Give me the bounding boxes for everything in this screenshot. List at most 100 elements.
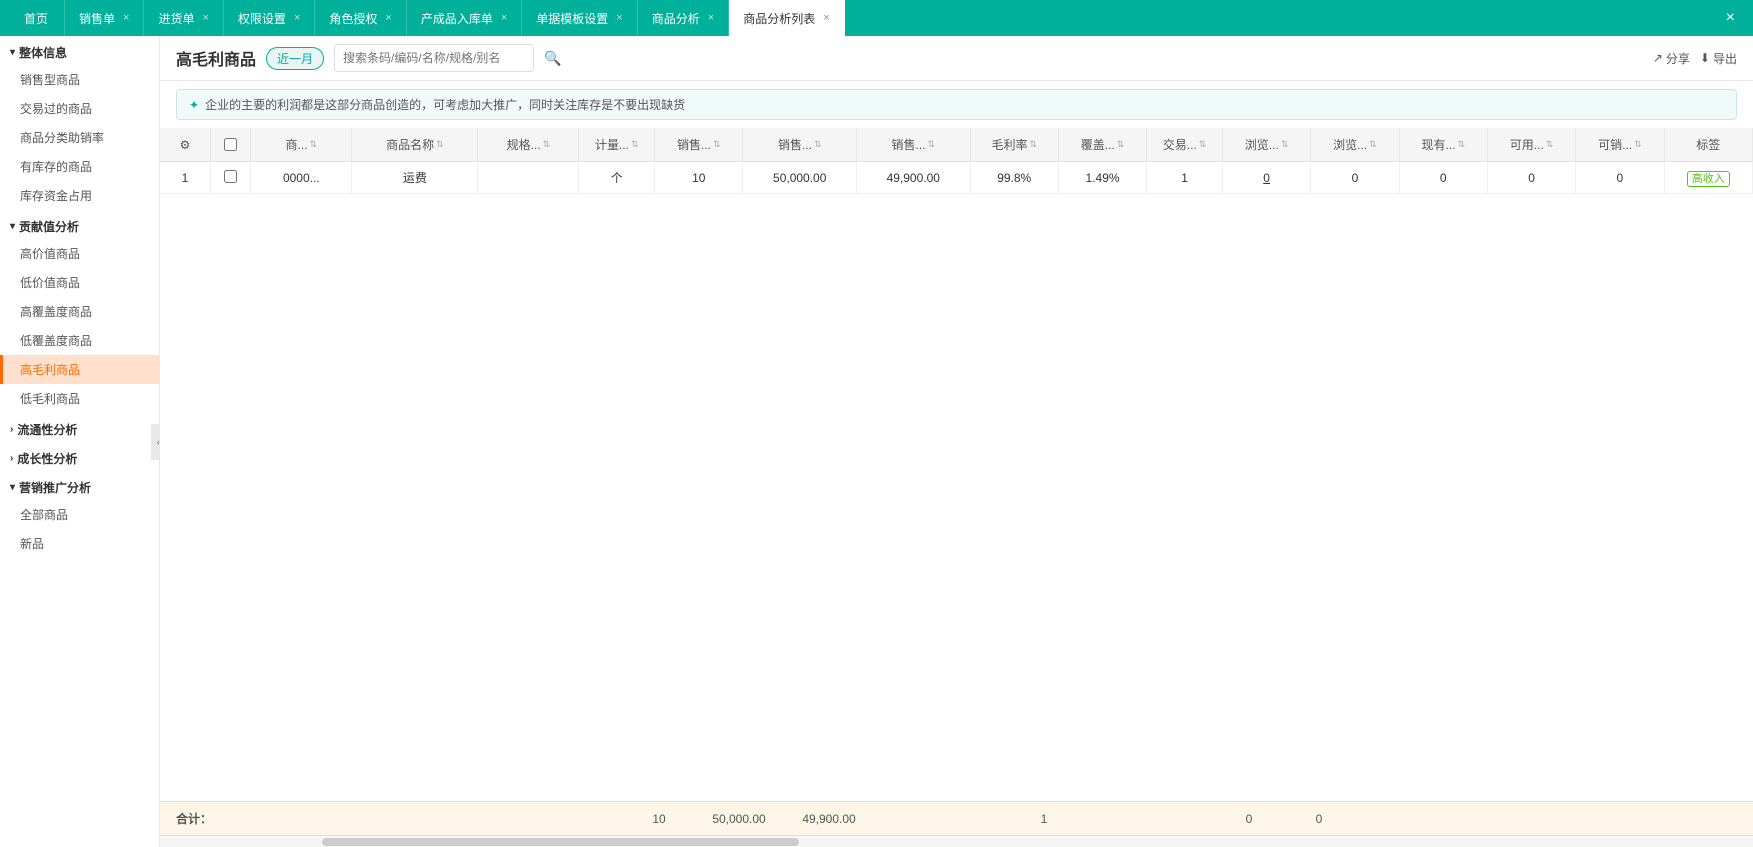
sort-code-icon[interactable]: ⇅ bbox=[310, 139, 318, 150]
sidebar-item-sales-goods[interactable]: 销售型商品 bbox=[0, 65, 159, 94]
nav-tab-permission[interactable]: 权限设置 × bbox=[224, 0, 315, 36]
sidebar-group-overall[interactable]: ▾ 整体信息 bbox=[0, 36, 159, 65]
sidebar-item-low-coverage[interactable]: 低覆盖度商品 bbox=[0, 326, 159, 355]
sort-gross-rate-icon[interactable]: ⇅ bbox=[1029, 139, 1037, 150]
sidebar-group-marketing[interactable]: ▾ 营销推广分析 bbox=[0, 471, 159, 500]
th-current-stock: 现有... ⇅ bbox=[1399, 128, 1487, 162]
sort-stock-icon[interactable]: ⇅ bbox=[1457, 139, 1465, 150]
cell-sales-profit: 49,900.00 bbox=[857, 162, 971, 194]
sidebar-item-category-assist[interactable]: 商品分类助销率 bbox=[0, 123, 159, 152]
th-available: 可用... ⇅ bbox=[1487, 128, 1575, 162]
close-analysis-list-tab[interactable]: × bbox=[823, 12, 829, 24]
sort-sales-profit-icon[interactable]: ⇅ bbox=[928, 139, 936, 150]
cell-tag: 高收入 bbox=[1664, 162, 1752, 194]
cell-unit: 个 bbox=[579, 162, 655, 194]
cell-current-stock: 0 bbox=[1399, 162, 1487, 194]
cell-saleable: 0 bbox=[1576, 162, 1664, 194]
cell-sales-qty: 10 bbox=[655, 162, 743, 194]
close-template-tab[interactable]: × bbox=[616, 12, 622, 24]
close-permission-tab[interactable]: × bbox=[294, 12, 300, 24]
th-spec: 规格... ⇅ bbox=[478, 128, 579, 162]
sidebar-item-all-goods[interactable]: 全部商品 bbox=[0, 500, 159, 529]
sidebar-collapse-toggle[interactable]: « bbox=[151, 424, 160, 460]
close-sales-tab[interactable]: × bbox=[123, 12, 129, 24]
sort-trade-icon[interactable]: ⇅ bbox=[1199, 139, 1207, 150]
select-all-checkbox[interactable] bbox=[224, 138, 237, 151]
scrollbar-thumb[interactable] bbox=[322, 838, 799, 846]
header-actions: ↗ 分享 ⬇ 导出 bbox=[1653, 50, 1737, 67]
sidebar-item-high-margin[interactable]: 高毛利商品 bbox=[0, 355, 159, 384]
table-container[interactable]: ⚙ 商... ⇅ 商品名称 bbox=[160, 128, 1753, 801]
arrow-overall-icon: ▾ bbox=[10, 47, 15, 58]
cell-name[interactable]: 运费 bbox=[352, 162, 478, 194]
sidebar-item-low-value[interactable]: 低价值商品 bbox=[0, 268, 159, 297]
sort-browse1-icon[interactable]: ⇅ bbox=[1281, 139, 1289, 150]
close-analysis-tab[interactable]: × bbox=[708, 12, 714, 24]
nav-tab-inbound[interactable]: 产成品入库单 × bbox=[407, 0, 522, 36]
search-button[interactable]: 🔍 bbox=[544, 50, 561, 67]
sort-name-icon[interactable]: ⇅ bbox=[436, 139, 444, 150]
cell-spec bbox=[478, 162, 579, 194]
table-row: 1 0000... 运费 个 10 50,000.00 49,900.00 99… bbox=[160, 162, 1753, 194]
top-nav: 首页 销售单 × 进货单 × 权限设置 × 角色授权 × 产成品入库单 × 单据… bbox=[0, 0, 1753, 36]
table-header-row: ⚙ 商... ⇅ 商品名称 bbox=[160, 128, 1753, 162]
cell-index: 1 bbox=[160, 162, 210, 194]
cell-browse1[interactable]: 0 bbox=[1222, 162, 1310, 194]
nav-tab-sales[interactable]: 销售单 × bbox=[65, 0, 144, 36]
sort-saleable-icon[interactable]: ⇅ bbox=[1634, 139, 1642, 150]
close-purchase-tab[interactable]: × bbox=[202, 12, 208, 24]
close-role-tab[interactable]: × bbox=[385, 12, 391, 24]
sidebar-group-growth[interactable]: › 成长性分析 bbox=[0, 442, 159, 471]
share-button[interactable]: ↗ 分享 bbox=[1653, 50, 1690, 67]
filter-period-button[interactable]: 近一月 bbox=[266, 47, 324, 70]
arrow-growth-icon: › bbox=[10, 453, 13, 464]
cell-coverage: 1.49% bbox=[1058, 162, 1146, 194]
th-code: 商... ⇅ bbox=[251, 128, 352, 162]
bottom-scrollbar[interactable] bbox=[160, 835, 1753, 847]
footer-sales-profit: 49,900.00 bbox=[784, 812, 874, 826]
row-checkbox[interactable] bbox=[224, 170, 237, 183]
sort-sales-amount-icon[interactable]: ⇅ bbox=[814, 139, 822, 150]
sort-coverage-icon[interactable]: ⇅ bbox=[1117, 139, 1125, 150]
sidebar-item-inventory-capital[interactable]: 库存资金占用 bbox=[0, 181, 159, 210]
sidebar-item-high-coverage[interactable]: 高覆盖度商品 bbox=[0, 297, 159, 326]
nav-tab-template[interactable]: 单据模板设置 × bbox=[522, 0, 637, 36]
nav-tab-analysis[interactable]: 商品分析 × bbox=[638, 0, 729, 36]
close-inbound-tab[interactable]: × bbox=[501, 12, 507, 24]
nav-tab-role[interactable]: 角色授权 × bbox=[315, 0, 406, 36]
footer-sales-amount: 50,000.00 bbox=[694, 812, 784, 826]
sidebar-item-stocked-goods[interactable]: 有库存的商品 bbox=[0, 152, 159, 181]
sort-sales-qty-icon[interactable]: ⇅ bbox=[713, 139, 721, 150]
sidebar-item-traded-goods[interactable]: 交易过的商品 bbox=[0, 94, 159, 123]
cell-check[interactable] bbox=[210, 162, 250, 194]
close-all-tabs[interactable]: × bbox=[1716, 9, 1745, 27]
cell-browse2: 0 bbox=[1311, 162, 1399, 194]
nav-tab-purchase[interactable]: 进货单 × bbox=[144, 0, 223, 36]
sort-unit-icon[interactable]: ⇅ bbox=[631, 139, 639, 150]
sort-available-icon[interactable]: ⇅ bbox=[1546, 139, 1554, 150]
footer-total: 合计： 10 50,000.00 49,900.00 1 0 0 bbox=[160, 801, 1753, 835]
cell-gross-rate: 99.8% bbox=[970, 162, 1058, 194]
sort-spec-icon[interactable]: ⇅ bbox=[543, 139, 551, 150]
info-icon: ✦ bbox=[189, 98, 199, 112]
th-saleable: 可销... ⇅ bbox=[1576, 128, 1664, 162]
th-settings[interactable]: ⚙ bbox=[160, 128, 210, 162]
sort-browse2-icon[interactable]: ⇅ bbox=[1369, 139, 1377, 150]
sidebar-item-low-margin[interactable]: 低毛利商品 bbox=[0, 384, 159, 413]
sidebar-item-high-value[interactable]: 高价值商品 bbox=[0, 239, 159, 268]
th-tag: 标签 bbox=[1664, 128, 1752, 162]
th-checkbox[interactable] bbox=[210, 128, 250, 162]
sidebar-group-liquidity[interactable]: › 流通性分析 bbox=[0, 413, 159, 442]
search-input[interactable] bbox=[334, 44, 534, 72]
export-button[interactable]: ⬇ 导出 bbox=[1700, 50, 1737, 67]
sidebar-group-contribution[interactable]: ▾ 贡献值分析 bbox=[0, 210, 159, 239]
footer-label: 合计： bbox=[176, 810, 212, 827]
data-table: ⚙ 商... ⇅ 商品名称 bbox=[160, 128, 1753, 194]
th-coverage: 覆盖... ⇅ bbox=[1058, 128, 1146, 162]
arrow-liquidity-icon: › bbox=[10, 424, 13, 435]
footer-sales-qty: 10 bbox=[624, 812, 694, 826]
nav-tab-home[interactable]: 首页 bbox=[8, 0, 65, 36]
sidebar-item-new-goods[interactable]: 新品 bbox=[0, 529, 159, 558]
nav-tab-analysis-list[interactable]: 商品分析列表 × bbox=[729, 0, 844, 36]
footer-available: 0 bbox=[1284, 812, 1354, 826]
